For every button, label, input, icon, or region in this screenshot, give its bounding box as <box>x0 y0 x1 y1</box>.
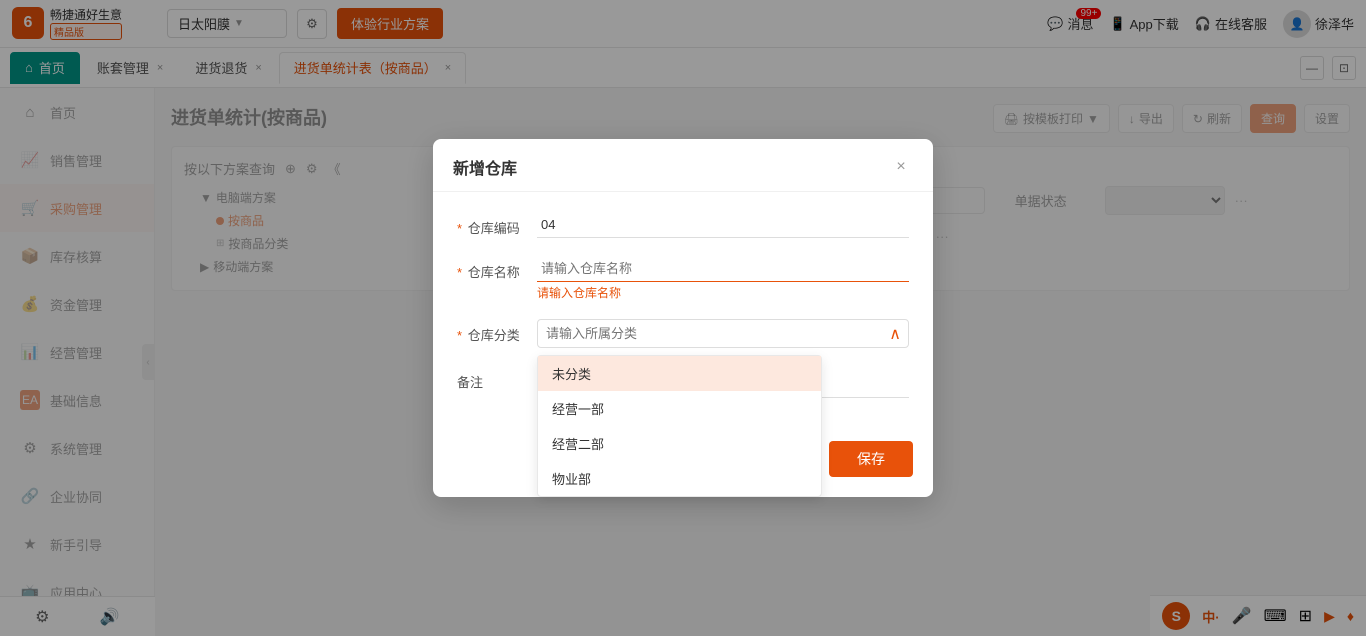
category-input-wrap: ∧ 未分类 经营一部 经营二部 物业部 <box>537 319 909 348</box>
modal-header: 新增仓库 × <box>433 139 933 192</box>
save-button[interactable]: 保存 <box>829 441 913 477</box>
name-input-wrap: 请输入仓库名称 <box>537 256 909 301</box>
warehouse-category-field: * 仓库分类 ∧ 未分类 经营一部 经营二部 物业部 <box>457 319 909 348</box>
category-label: * 仓库分类 <box>457 319 537 344</box>
required-star-code: * <box>457 221 462 236</box>
category-dropdown: 未分类 经营一部 经营二部 物业部 <box>537 355 822 497</box>
name-label: * 仓库名称 <box>457 256 537 281</box>
required-star-name: * <box>457 265 462 280</box>
name-error-tip: 请输入仓库名称 <box>537 284 909 301</box>
warehouse-code-field: * 仓库编码 <box>457 212 909 238</box>
code-input-wrap <box>537 212 909 238</box>
dropdown-item-dept2[interactable]: 经营二部 <box>538 426 821 461</box>
warehouse-modal: 新增仓库 × * 仓库编码 * 仓库名称 <box>433 139 933 497</box>
warehouse-name-input[interactable] <box>537 256 909 282</box>
dropdown-item-dept1[interactable]: 经营一部 <box>538 391 821 426</box>
code-label: * 仓库编码 <box>457 212 537 237</box>
warehouse-name-field: * 仓库名称 请输入仓库名称 <box>457 256 909 301</box>
required-star-category: * <box>457 328 462 343</box>
note-label: 备注 <box>457 366 537 391</box>
modal-title: 新增仓库 <box>453 155 517 179</box>
warehouse-category-input[interactable] <box>537 319 909 348</box>
dropdown-item-uncategorized[interactable]: 未分类 <box>538 356 821 391</box>
modal-overlay: 新增仓库 × * 仓库编码 * 仓库名称 <box>0 0 1366 636</box>
modal-body: * 仓库编码 * 仓库名称 请输入仓库名称 <box>433 192 933 429</box>
modal-close-button[interactable]: × <box>889 155 913 179</box>
warehouse-code-input[interactable] <box>537 212 909 238</box>
dropdown-item-property[interactable]: 物业部 <box>538 461 821 496</box>
